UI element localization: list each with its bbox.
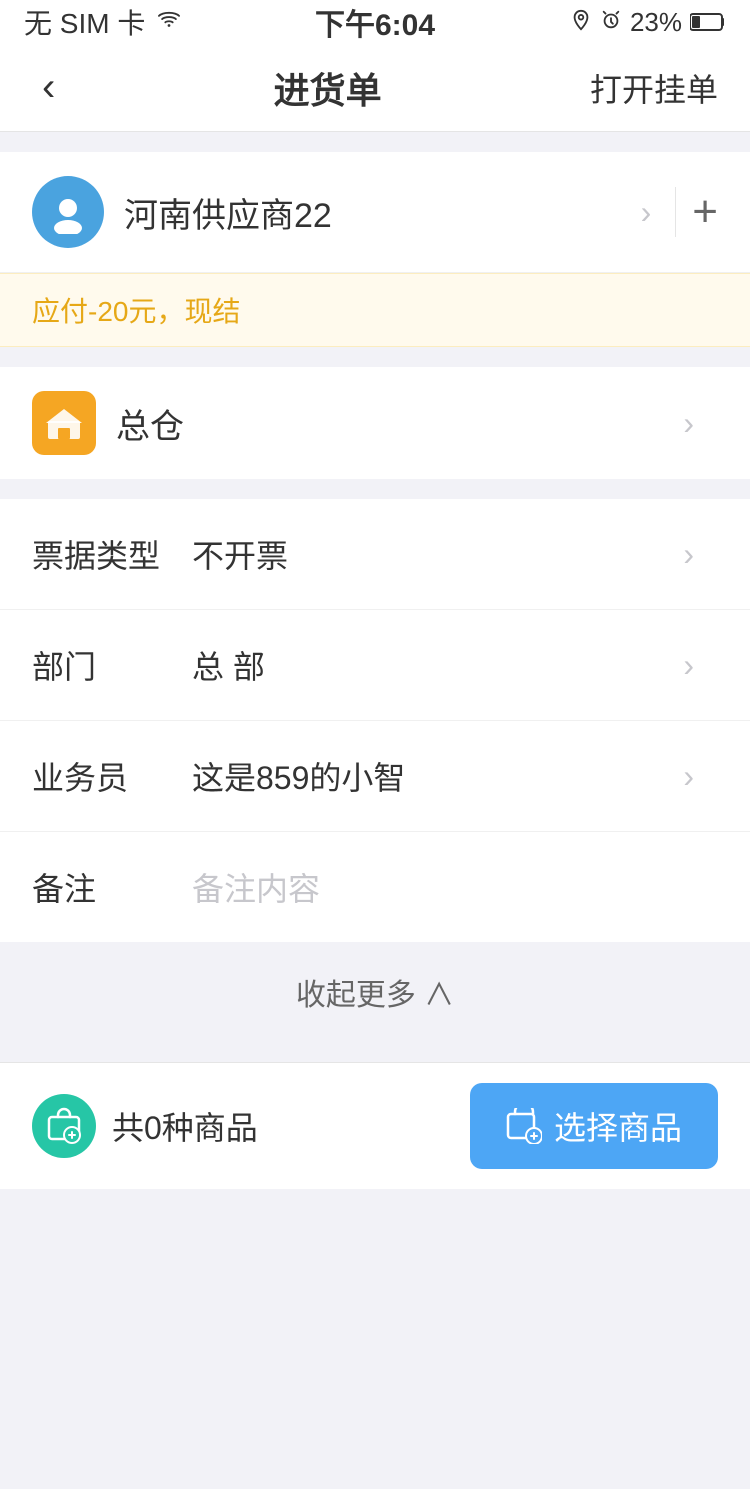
alarm-icon [600, 7, 622, 38]
section-gap-1 [0, 132, 750, 152]
form-section: 票据类型 不开票 › 部门 总 部 › 业务员 这是859的小智 › 备注 备注… [0, 499, 750, 942]
invoice-type-value: 不开票 [172, 531, 683, 577]
supplier-card: 河南供应商22 › + 应付-20元，现结 [0, 152, 750, 347]
salesman-label: 业务员 [32, 753, 172, 799]
carrier-label: 无 SIM 卡 [24, 2, 145, 42]
battery-icon [690, 7, 726, 38]
product-count: 共0种商品 [112, 1103, 258, 1149]
product-summary: 共0种商品 [32, 1094, 470, 1158]
page-title: 进货单 [274, 62, 382, 114]
collapse-label: 收起更多 ∧ [296, 970, 454, 1014]
warehouse-chevron-icon: › [683, 405, 694, 442]
salesman-chevron-icon: › [683, 758, 694, 795]
remark-row[interactable]: 备注 备注内容 [0, 832, 750, 942]
select-product-label: 选择商品 [554, 1103, 682, 1149]
back-button[interactable]: ‹ [32, 55, 65, 120]
nav-bar: ‹ 进货单 打开挂单 [0, 44, 750, 132]
bottom-bar: 共0种商品 选择商品 [0, 1062, 750, 1189]
salesman-row[interactable]: 业务员 这是859的小智 › [0, 721, 750, 832]
department-chevron-icon: › [683, 647, 694, 684]
avatar [32, 176, 104, 248]
supplier-row[interactable]: 河南供应商22 › + [0, 152, 750, 273]
status-right: 23% [570, 7, 726, 38]
remark-input[interactable]: 备注内容 [172, 864, 718, 910]
department-value: 总 部 [172, 642, 683, 688]
warehouse-row[interactable]: 总仓 › [0, 367, 750, 479]
section-gap-2 [0, 347, 750, 367]
invoice-type-label: 票据类型 [32, 531, 172, 577]
department-row[interactable]: 部门 总 部 › [0, 610, 750, 721]
warehouse-card[interactable]: 总仓 › [0, 367, 750, 479]
section-gap-4 [0, 1042, 750, 1062]
section-gap-3 [0, 479, 750, 499]
invoice-type-chevron-icon: › [683, 536, 694, 573]
select-product-button[interactable]: 选择商品 [470, 1083, 718, 1169]
remaining-background [0, 1189, 750, 1489]
supplier-chevron-icon: › [641, 194, 652, 231]
product-icon-wrap [32, 1094, 96, 1158]
salesman-value: 这是859的小智 [172, 753, 683, 799]
status-bar: 无 SIM 卡 下午6:04 23% [0, 0, 750, 44]
add-supplier-button[interactable]: + [675, 187, 718, 237]
open-pending-button[interactable]: 打开挂单 [590, 65, 718, 111]
collapse-row[interactable]: 收起更多 ∧ [0, 942, 750, 1042]
battery-label: 23% [630, 7, 682, 38]
status-time: 下午6:04 [315, 0, 435, 44]
remark-label: 备注 [32, 864, 172, 910]
location-icon [570, 7, 592, 38]
invoice-type-row[interactable]: 票据类型 不开票 › [0, 499, 750, 610]
warehouse-name: 总仓 [116, 399, 683, 448]
wifi-icon [155, 6, 183, 38]
warehouse-icon [32, 391, 96, 455]
department-label: 部门 [32, 642, 172, 688]
supplier-name: 河南供应商22 [124, 188, 641, 237]
status-left: 无 SIM 卡 [24, 2, 183, 42]
info-banner: 应付-20元，现结 [0, 273, 750, 347]
